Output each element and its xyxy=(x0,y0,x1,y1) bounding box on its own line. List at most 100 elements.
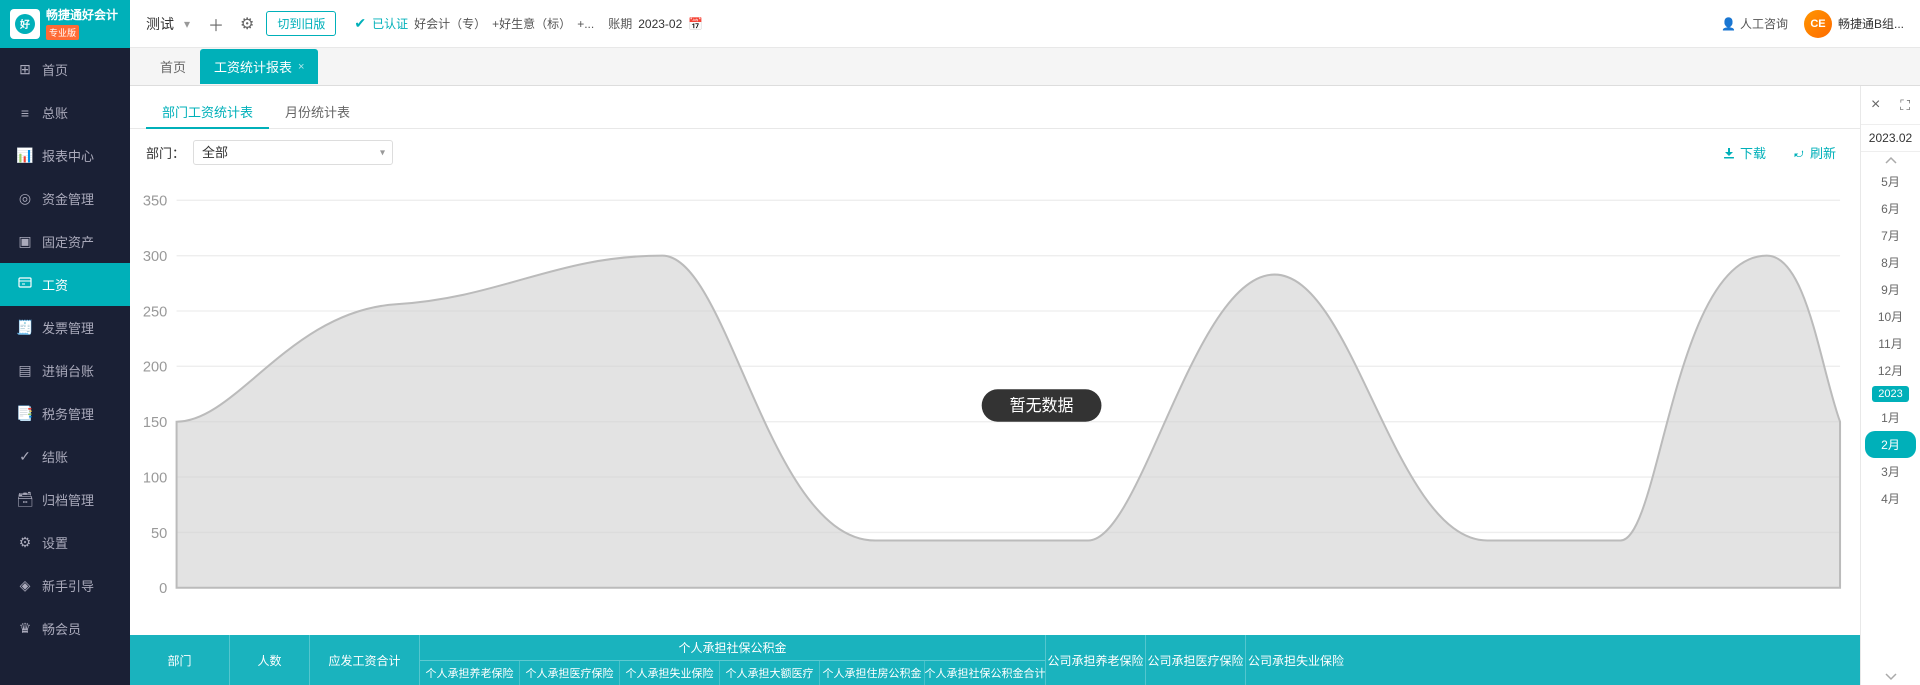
refresh-btn[interactable]: 刷新 xyxy=(1784,139,1844,166)
status-good-biz: +好生意（标） xyxy=(492,15,571,32)
th-personal-pension: 个人承担养老保险 xyxy=(420,661,520,685)
dept-select-wrapper: 全部 ▾ xyxy=(193,140,393,165)
th-dept: 部门 xyxy=(130,635,230,685)
period-value: 2023-02 xyxy=(638,17,682,31)
expand-panel-btn[interactable]: ⛶ xyxy=(1898,94,1912,116)
sidebar-item-salary[interactable]: 工资 xyxy=(0,263,130,306)
sidebar-item-label: 报表中心 xyxy=(42,146,94,165)
year-label: 2023.02 xyxy=(1861,125,1920,152)
sidebar-item-label: 结账 xyxy=(42,447,68,466)
sidebar-item-tax[interactable]: 📑 税务管理 xyxy=(0,392,130,435)
month-item-9[interactable]: 9月 xyxy=(1861,276,1920,303)
sidebar-nav: ⊞ 首页 ≡ 总账 📊 报表中心 ◎ 资金管理 ▣ 固定资产 工资 🧾 发票管理 xyxy=(0,48,130,685)
download-icon xyxy=(1722,146,1736,160)
th-company-unemployment: 公司承担失业保险 xyxy=(1246,635,1346,685)
month-list: 5月 6月 7月 8月 9月 10月 11月 12月 2023 1月 2月 3月… xyxy=(1861,168,1920,669)
close-panel-btn[interactable]: × xyxy=(1869,94,1882,116)
topbar: 测试 ▾ ＋ ⚙ 切到旧版 ✔ 已认证 好会计（专） +好生意（标） +... … xyxy=(130,0,1920,48)
invoice-icon: 🧾 xyxy=(16,319,34,336)
status-good-accounting: 好会计（专） xyxy=(414,15,486,32)
sidebar-item-invoice[interactable]: 🧾 发票管理 xyxy=(0,306,130,349)
month-nav-down-btn[interactable] xyxy=(1861,669,1920,685)
svg-text:350: 350 xyxy=(143,194,167,210)
sidebar-item-newuser[interactable]: ◈ 新手引导 xyxy=(0,564,130,607)
th-company-medical: 公司承担医疗保险 xyxy=(1146,635,1246,685)
sidebar-item-reports[interactable]: 📊 报表中心 xyxy=(0,134,130,177)
th-personal-total: 个人承担社保公积金合计 xyxy=(925,661,1045,685)
th-personal-unemployment: 个人承担失业保险 xyxy=(620,661,720,685)
assets-icon: ▣ xyxy=(16,233,34,250)
month-item-1[interactable]: 1月 xyxy=(1861,404,1920,431)
tab-home-label: 首页 xyxy=(160,57,186,76)
sidebar-item-label: 发票管理 xyxy=(42,318,94,337)
sub-tab-dept[interactable]: 部门工资统计表 xyxy=(146,96,269,129)
user-menu[interactable]: CE 畅捷通B组... xyxy=(1804,10,1904,38)
th-total-salary: 应发工资合计 xyxy=(310,635,420,685)
dropdown-arrow-icon[interactable]: ▾ xyxy=(184,17,190,31)
company-name: 测试 xyxy=(146,14,174,34)
chart-container: 350 300 250 200 150 100 50 0 xyxy=(130,176,1860,635)
topbar-actions: ＋ ⚙ 切到旧版 xyxy=(204,8,336,40)
content-area: 部门工资统计表 月份统计表 部门： 全部 ▾ xyxy=(130,86,1920,685)
topbar-right: 👤 人工咨询 CE 畅捷通B组... xyxy=(1721,10,1904,38)
month-item-3[interactable]: 3月 xyxy=(1861,458,1920,485)
sidebar-item-settings[interactable]: ⚙ 设置 xyxy=(0,521,130,564)
month-item-5[interactable]: 5月 xyxy=(1861,168,1920,195)
sidebar-item-checkout[interactable]: ✓ 结账 xyxy=(0,435,130,478)
tab-salary-label: 工资统计报表 xyxy=(214,57,292,76)
sidebar-item-label: 税务管理 xyxy=(42,404,94,423)
dept-select[interactable]: 全部 xyxy=(193,140,393,165)
help-icon: 👤 xyxy=(1721,17,1736,31)
certified-icon: ✔ xyxy=(354,15,366,32)
chart-tooltip-text: 暂无数据 xyxy=(1010,397,1074,415)
month-item-2-active[interactable]: 2月 xyxy=(1865,431,1916,458)
sidebar-item-assets[interactable]: ▣ 固定资产 xyxy=(0,220,130,263)
sidebar-item-label: 工资 xyxy=(42,275,68,294)
sidebar-item-sales[interactable]: ▤ 进销台账 xyxy=(0,349,130,392)
sidebar-item-funds[interactable]: ◎ 资金管理 xyxy=(0,177,130,220)
sidebar-logo: 好 畅捷通好会计 专业版 xyxy=(0,0,130,48)
svg-text:100: 100 xyxy=(143,470,167,486)
year-badge-2023[interactable]: 2023 xyxy=(1872,386,1908,402)
member-icon: ♛ xyxy=(16,620,34,637)
th-headcount: 人数 xyxy=(230,635,310,685)
th-personal-subs: 个人承担养老保险 个人承担医疗保险 个人承担失业保险 个人承担大额医疗 个人承担 xyxy=(420,661,1045,685)
month-item-4[interactable]: 4月 xyxy=(1861,485,1920,512)
sidebar-item-label: 新手引导 xyxy=(42,576,94,595)
th-personal-medical: 个人承担医疗保险 xyxy=(520,661,620,685)
tab-salary[interactable]: 工资统计报表 × xyxy=(200,49,318,84)
sub-tab-dept-label: 部门工资统计表 xyxy=(162,105,253,120)
help-btn[interactable]: 👤 人工咨询 xyxy=(1721,15,1788,32)
sidebar-item-label: 资金管理 xyxy=(42,189,94,208)
month-item-6[interactable]: 6月 xyxy=(1861,195,1920,222)
th-personal-housing-fund: 个人承担住房公积金 xyxy=(820,661,925,685)
sub-tab-month[interactable]: 月份统计表 xyxy=(269,96,366,129)
month-item-12[interactable]: 12月 xyxy=(1861,357,1920,384)
sidebar-item-label: 首页 xyxy=(42,60,68,79)
settings-button[interactable]: ⚙ xyxy=(236,10,258,38)
sidebar-item-ledger[interactable]: ≡ 总账 xyxy=(0,91,130,134)
tab-home[interactable]: 首页 xyxy=(146,49,200,84)
download-btn[interactable]: 下载 xyxy=(1714,139,1774,166)
sidebar-item-label: 归档管理 xyxy=(42,490,94,509)
month-item-8[interactable]: 8月 xyxy=(1861,249,1920,276)
tab-close-icon[interactable]: × xyxy=(298,61,304,73)
help-label: 人工咨询 xyxy=(1740,15,1788,32)
switch-to-old-btn[interactable]: 切到旧版 xyxy=(266,11,336,36)
newuser-icon: ◈ xyxy=(16,577,34,594)
sidebar: 好 畅捷通好会计 专业版 ⊞ 首页 ≡ 总账 📊 报表中心 ◎ 资金管理 ▣ 固… xyxy=(0,0,130,685)
month-nav-up-btn[interactable] xyxy=(1861,152,1920,168)
toolbar-row: 部门： 全部 ▾ 下载 刷新 xyxy=(130,129,1860,176)
month-item-10[interactable]: 10月 xyxy=(1861,303,1920,330)
topbar-status: ✔ 已认证 好会计（专） +好生意（标） +... 账期 2023-02 📅 xyxy=(354,15,703,32)
sidebar-item-home[interactable]: ⊞ 首页 xyxy=(0,48,130,91)
avatar-initials: CE xyxy=(1810,18,1825,30)
add-button[interactable]: ＋ xyxy=(204,8,228,40)
calendar-icon[interactable]: 📅 xyxy=(688,17,703,31)
main-area: 测试 ▾ ＋ ⚙ 切到旧版 ✔ 已认证 好会计（专） +好生意（标） +... … xyxy=(130,0,1920,685)
settings-icon: ⚙ xyxy=(16,534,34,551)
sidebar-item-member[interactable]: ♛ 畅会员 xyxy=(0,607,130,650)
month-item-11[interactable]: 11月 xyxy=(1861,330,1920,357)
sidebar-item-archive[interactable]: 🗃 归档管理 xyxy=(0,478,130,521)
month-item-7[interactable]: 7月 xyxy=(1861,222,1920,249)
